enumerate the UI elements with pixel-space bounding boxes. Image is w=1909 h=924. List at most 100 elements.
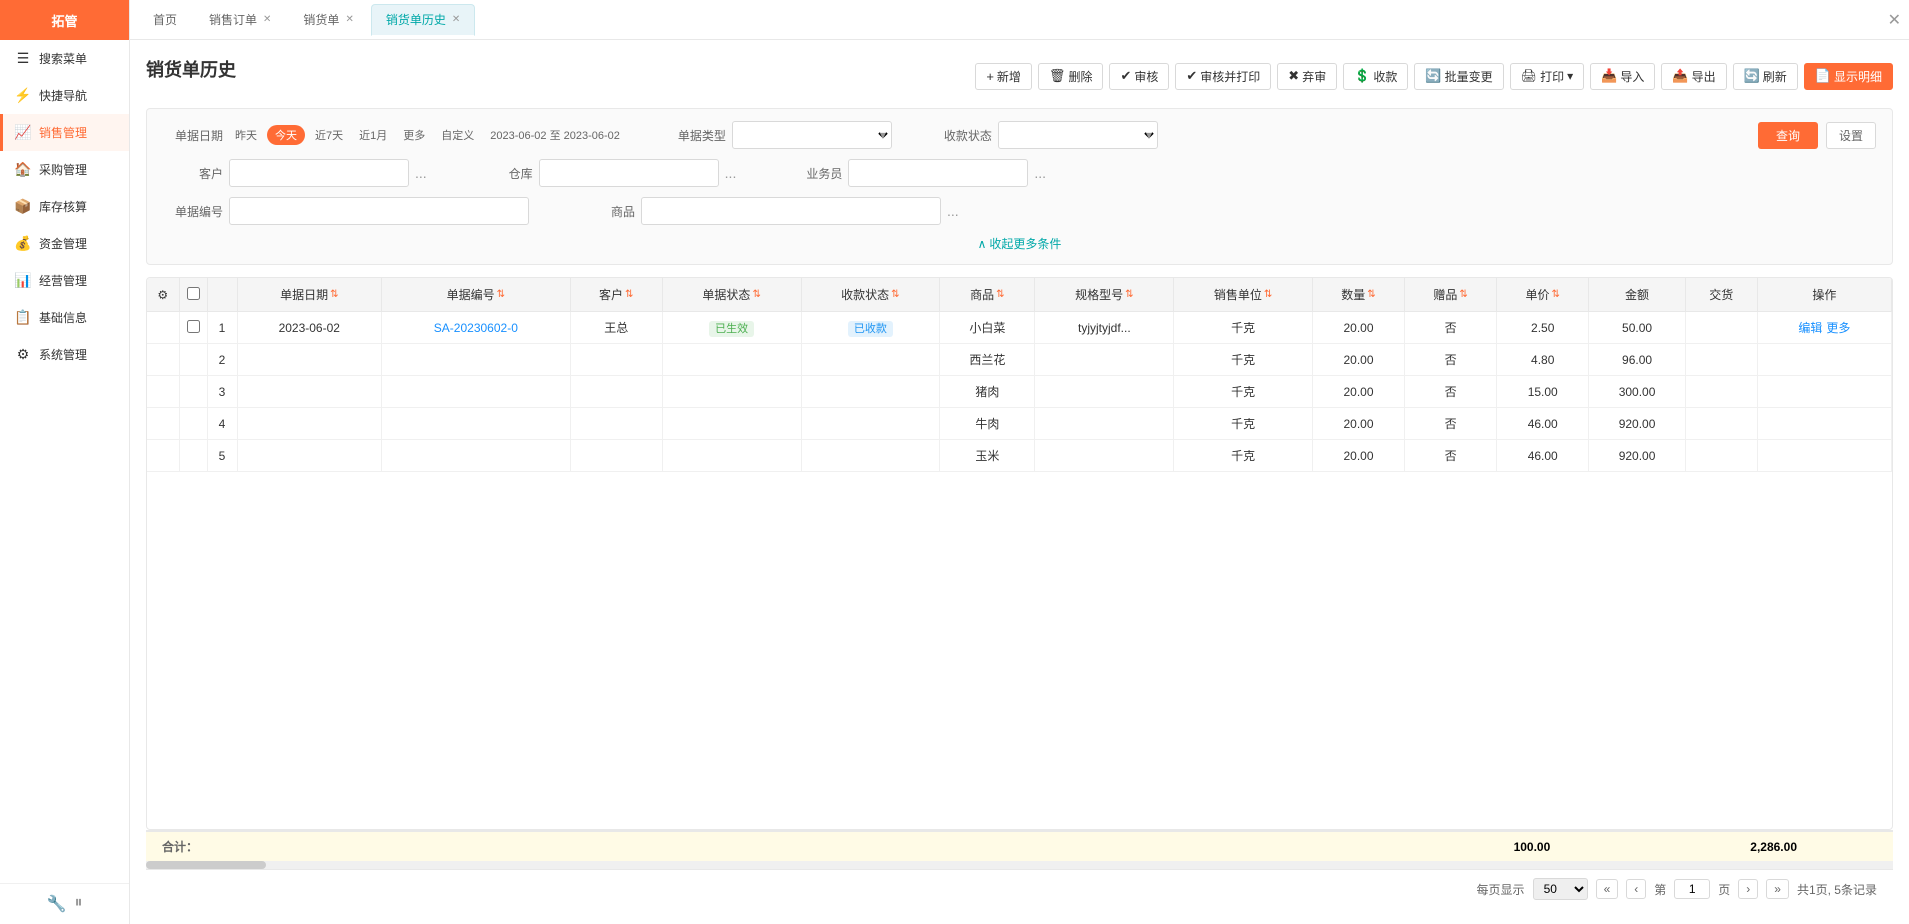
staff-input[interactable] xyxy=(848,159,1028,187)
th-quantity[interactable]: 数量⇅ xyxy=(1312,278,1404,312)
warehouse-ellipsis[interactable]: ... xyxy=(725,165,737,181)
sort-doc-number-icon: ⇅ xyxy=(497,289,505,300)
th-doc-status[interactable]: 单据状态⇅ xyxy=(662,278,801,312)
th-doc-date[interactable]: 单据日期⇅ xyxy=(237,278,382,312)
sidebar-item-purchase[interactable]: 🏠 采购管理 xyxy=(0,151,129,188)
delete-button[interactable]: 🗑 删除 xyxy=(1038,63,1104,90)
sidebar-item-search-menu[interactable]: ☰ 搜索菜单 xyxy=(0,40,129,77)
td-doc-status xyxy=(662,408,801,440)
payment-status-select[interactable] xyxy=(998,121,1158,149)
first-page-btn[interactable]: « xyxy=(1596,879,1619,899)
td-doc-number xyxy=(382,408,571,440)
th-goods[interactable]: 商品⇅ xyxy=(940,278,1035,312)
table-row: 5 玉米 千克 20.00 否 46.00 920.00 xyxy=(147,440,1892,472)
td-gift: 否 xyxy=(1405,312,1497,344)
th-spec-type[interactable]: 规格型号⇅ xyxy=(1035,278,1174,312)
staff-ellipsis[interactable]: ... xyxy=(1034,165,1046,181)
th-sales-unit[interactable]: 销售单位⇅ xyxy=(1174,278,1313,312)
audit-button[interactable]: ✔ 审核 xyxy=(1109,63,1169,90)
date-tag-today[interactable]: 今天 xyxy=(267,125,305,145)
warehouse-input[interactable] xyxy=(539,159,719,187)
tab-sales-delivery[interactable]: 销货单 ✕ xyxy=(288,4,368,36)
td-row-num: 3 xyxy=(207,376,237,408)
td-transaction xyxy=(1685,408,1757,440)
page-number-input[interactable] xyxy=(1674,879,1710,899)
last-page-btn[interactable]: » xyxy=(1766,879,1789,899)
td-amount: 50.00 xyxy=(1589,312,1686,344)
goods-ellipsis[interactable]: ... xyxy=(947,203,959,219)
setting-button[interactable]: 设置 xyxy=(1826,122,1876,149)
tab-sales-order-close[interactable]: ✕ xyxy=(263,15,271,25)
sidebar-item-finance[interactable]: 💰 资金管理 xyxy=(0,225,129,262)
add-button[interactable]: + 新增 xyxy=(975,63,1032,90)
sidebar-item-operations[interactable]: 📊 经营管理 xyxy=(0,262,129,299)
sidebar-item-label: 系统管理 xyxy=(39,346,87,363)
collapse-btn[interactable]: ∧ 收起更多条件 xyxy=(978,235,1062,252)
horizontal-scrollbar[interactable] xyxy=(146,861,1893,869)
import-button[interactable]: 📥 导入 xyxy=(1590,63,1655,90)
query-button[interactable]: 查询 xyxy=(1758,122,1818,149)
row-checkbox[interactable] xyxy=(187,320,200,333)
td-spec-type: tyjyjtyjdf... xyxy=(1035,312,1174,344)
refresh-button[interactable]: 🔄 刷新 xyxy=(1733,63,1798,90)
action-btn-1[interactable]: 更多 xyxy=(1826,321,1850,335)
date-tag-7days[interactable]: 近7天 xyxy=(309,125,349,145)
add-icon: + xyxy=(986,69,994,84)
td-quantity: 20.00 xyxy=(1312,312,1404,344)
scrollbar-thumb[interactable] xyxy=(146,861,266,869)
sort-customer-icon: ⇅ xyxy=(625,289,633,300)
sidebar-item-quick-nav[interactable]: ⚡ 快捷导航 xyxy=(0,77,129,114)
tab-sales-history-close[interactable]: ✕ xyxy=(452,15,460,25)
show-details-icon: 📄 xyxy=(1815,68,1831,84)
th-settings[interactable]: ⚙ xyxy=(147,278,179,312)
abandon-button[interactable]: ✖ 弃审 xyxy=(1277,63,1337,90)
th-unit-price[interactable]: 单价⇅ xyxy=(1497,278,1589,312)
th-customer[interactable]: 客户⇅ xyxy=(570,278,662,312)
system-icon: ⚙ xyxy=(15,347,31,363)
prev-page-btn[interactable]: ‹ xyxy=(1626,879,1646,899)
pause-bottom-icon[interactable]: ⏸ xyxy=(74,894,82,914)
td-settings xyxy=(147,440,179,472)
sidebar-item-inventory[interactable]: 📦 库存核算 xyxy=(0,188,129,225)
export-button[interactable]: 📤 导出 xyxy=(1661,63,1726,90)
table-row: 1 2023-06-02 SA-20230602-0 王总 已生效 已收款 小白… xyxy=(147,312,1892,344)
date-tag-yesterday[interactable]: 昨天 xyxy=(229,125,263,145)
date-tag-custom[interactable]: 自定义 xyxy=(435,125,480,145)
goods-input[interactable] xyxy=(641,197,941,225)
audit-print-button[interactable]: ✔ 审核并打印 xyxy=(1175,63,1271,90)
date-tag-more[interactable]: 更多 xyxy=(397,125,431,145)
customer-ellipsis[interactable]: ... xyxy=(415,165,427,181)
select-all-checkbox[interactable] xyxy=(187,287,200,300)
th-doc-number[interactable]: 单据编号⇅ xyxy=(382,278,571,312)
filter-doc-number: 单据编号 xyxy=(163,197,529,225)
sidebar-item-sales[interactable]: 📈 销售管理 xyxy=(0,114,129,151)
doc-number-link[interactable]: SA-20230602-0 xyxy=(434,321,518,335)
td-quantity: 20.00 xyxy=(1312,376,1404,408)
customer-input[interactable] xyxy=(229,159,409,187)
td-spec-type xyxy=(1035,440,1174,472)
next-page-btn[interactable]: › xyxy=(1738,879,1758,899)
doc-number-label: 单据编号 xyxy=(163,203,223,220)
th-payment-status[interactable]: 收款状态⇅ xyxy=(801,278,940,312)
print-button[interactable]: 🖨 打印 ▾ xyxy=(1510,63,1585,90)
sidebar-item-basic-info[interactable]: 📋 基础信息 xyxy=(0,299,129,336)
batch-change-button[interactable]: 🔄 批量变更 xyxy=(1414,63,1503,90)
doc-type-select[interactable] xyxy=(732,121,892,149)
tab-sales-history[interactable]: 销货单历史 ✕ xyxy=(371,4,475,36)
td-quantity: 20.00 xyxy=(1312,344,1404,376)
tab-home[interactable]: 首页 xyxy=(138,4,192,36)
show-details-button[interactable]: 📄 显示明细 xyxy=(1804,63,1893,90)
window-close-icon[interactable]: ✕ xyxy=(1888,10,1901,30)
collect-button[interactable]: 💲 收款 xyxy=(1343,63,1408,90)
doc-number-input[interactable] xyxy=(229,197,529,225)
action-btn-0[interactable]: 编辑 xyxy=(1798,321,1822,335)
tab-sales-order[interactable]: 销售订单 ✕ xyxy=(194,4,286,36)
th-gift[interactable]: 赠品⇅ xyxy=(1405,278,1497,312)
tab-sales-order-label: 销售订单 xyxy=(209,11,257,28)
tab-sales-delivery-close[interactable]: ✕ xyxy=(345,15,353,25)
basic-info-icon: 📋 xyxy=(15,310,31,326)
settings-bottom-icon[interactable]: 🔧 xyxy=(47,894,67,914)
per-page-select[interactable]: 50 100 xyxy=(1533,878,1588,900)
date-tag-1month[interactable]: 近1月 xyxy=(353,125,393,145)
sidebar-item-system[interactable]: ⚙ 系统管理 xyxy=(0,336,129,373)
